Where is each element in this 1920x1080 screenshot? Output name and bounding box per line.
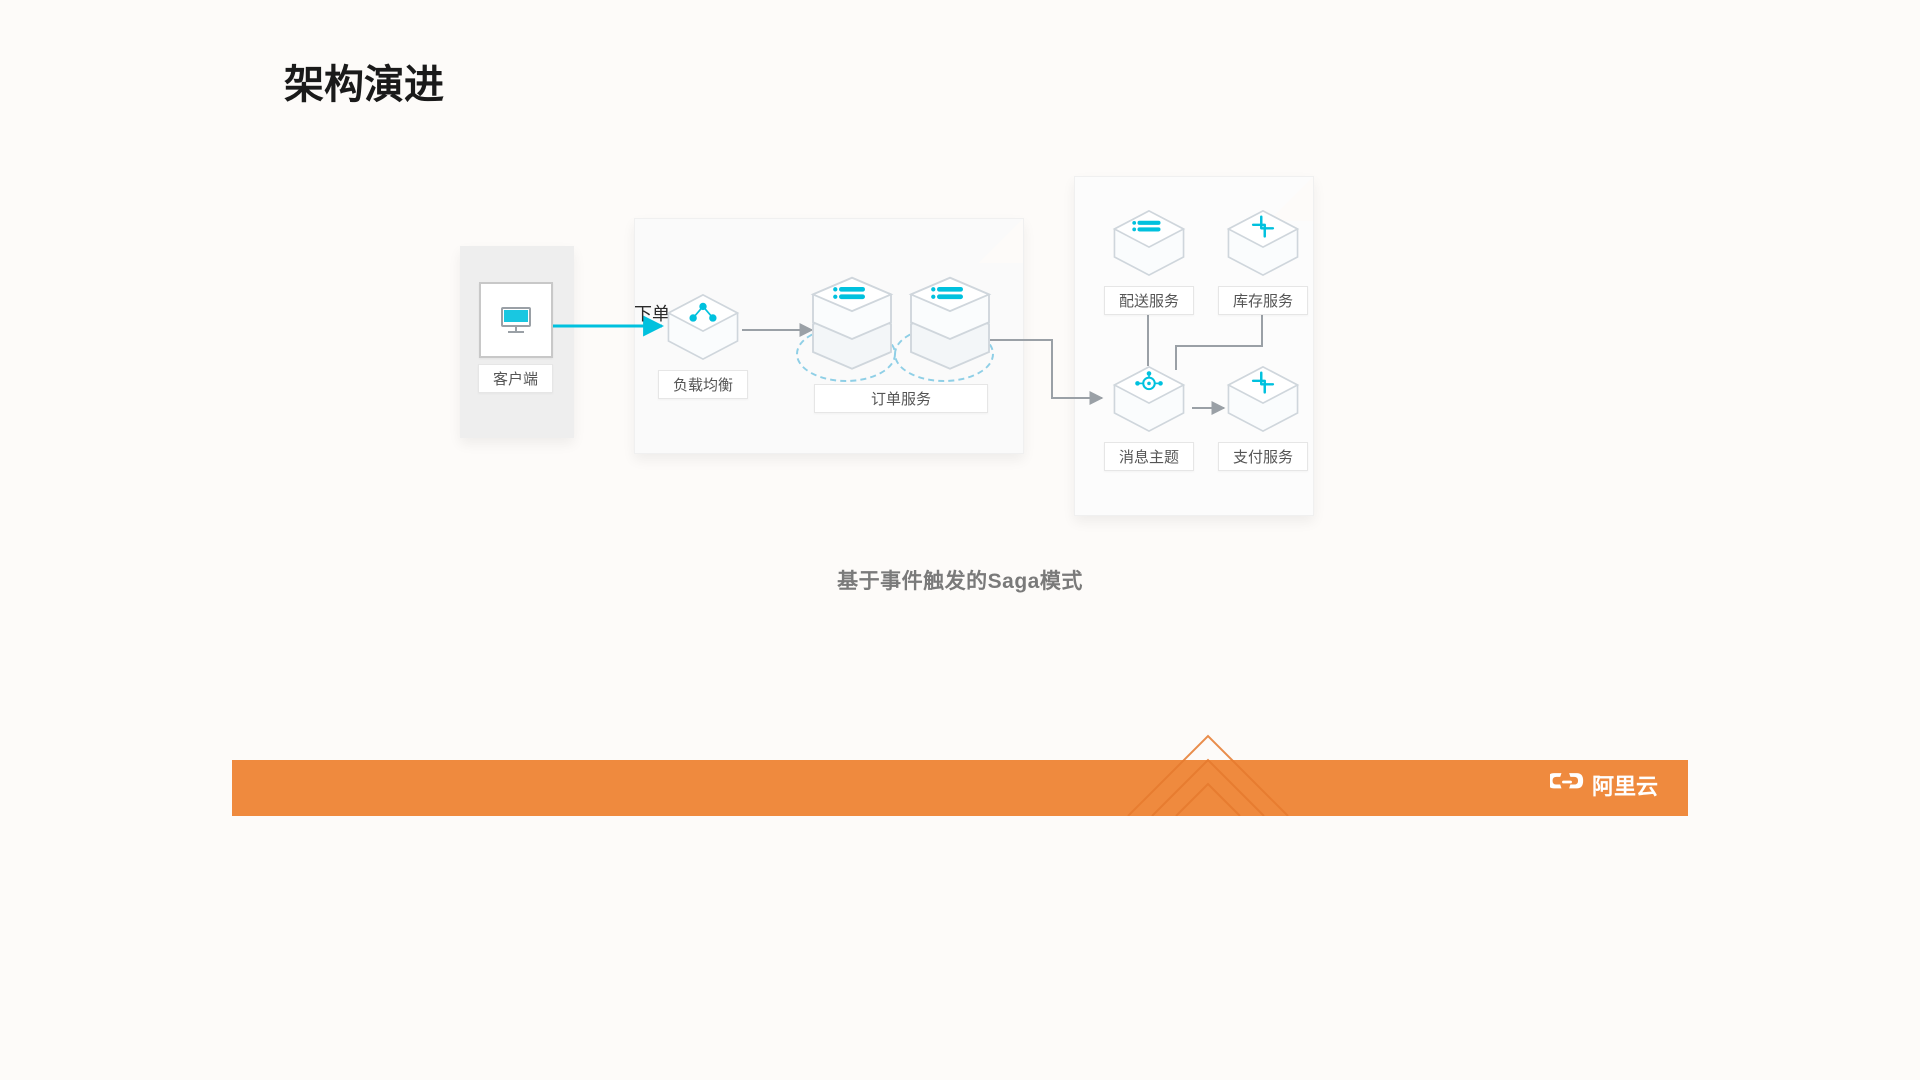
node-client-label: 客户端 [478,364,553,393]
node-inventory-service-label: 库存服务 [1218,286,1308,315]
inventory-service-icon [1221,206,1305,280]
diagram-caption: 基于事件触发的Saga模式 [232,565,1688,595]
slide: 架构演进 下单 [232,0,1688,816]
footer-brand-text: 阿里云 [1592,769,1658,801]
node-order-service-label: 订单服务 [814,384,988,413]
node-order-service: 订单服务 [806,274,996,413]
node-client: 客户端 [478,282,553,393]
node-payment-service: 支付服务 [1218,362,1308,471]
order-service-stack-a [805,274,899,378]
payment-service-icon [1221,362,1305,436]
node-delivery-service-label: 配送服务 [1104,286,1194,315]
client-monitor-icon [479,282,553,358]
page-title: 架构演进 [284,52,444,110]
node-message-topic: 消息主题 [1104,362,1194,471]
footer-logo: 阿里云 [1550,768,1658,802]
order-service-stack-b [903,274,997,378]
footer-band [232,760,1688,816]
delivery-service-icon [1107,206,1191,280]
alibaba-cloud-logo-icon [1550,768,1584,802]
message-topic-icon [1107,362,1191,436]
node-inventory-service: 库存服务 [1218,206,1308,315]
node-load-balancer: 负载均衡 [658,290,748,399]
load-balancer-icon [661,290,745,364]
node-delivery-service: 配送服务 [1104,206,1194,315]
node-load-balancer-label: 负载均衡 [658,370,748,399]
node-message-topic-label: 消息主题 [1104,442,1194,471]
node-payment-service-label: 支付服务 [1218,442,1308,471]
